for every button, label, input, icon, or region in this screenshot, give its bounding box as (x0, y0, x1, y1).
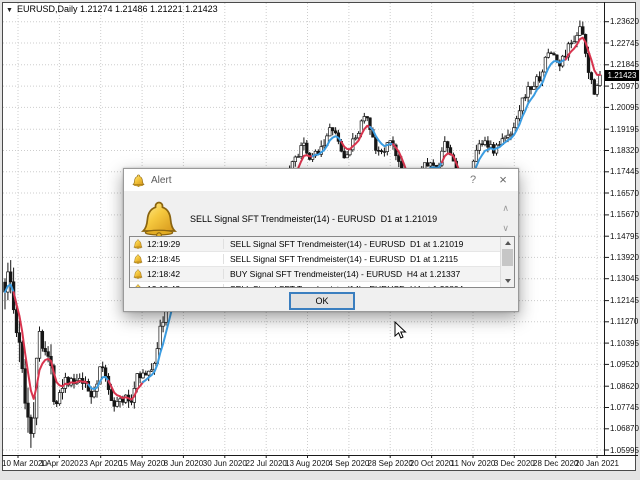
price-axis-label: 1.09520 (610, 359, 639, 369)
price-axis-label: 1.17445 (610, 167, 639, 177)
price-axis-label: 1.05995 (610, 445, 639, 455)
price-axis-label: 1.20970 (610, 81, 639, 91)
help-button[interactable]: ? (458, 169, 488, 191)
scrollbar-down-button[interactable] (501, 275, 514, 287)
ok-button[interactable]: OK (289, 292, 355, 310)
price-axis-label: 1.23620 (610, 17, 639, 27)
alert-time: 12:18:42 (143, 284, 223, 287)
scroll-down-icon[interactable]: ∨ (502, 224, 509, 233)
alert-text: SELL Signal SFT Trendmeister(14) - EURUS… (223, 284, 514, 287)
price-axis-label: 1.20095 (610, 102, 639, 112)
mt-chart-window: ▼ EURUSD,Daily 1.21274 1.21486 1.21221 1.… (0, 0, 640, 480)
alert-row[interactable]: 12:19:29 SELL Signal SFT Trendmeister(14)… (130, 237, 514, 252)
current-price-tag: 1.21423 (605, 69, 639, 81)
alert-row[interactable]: 12:18:42 BUY Signal SFT Trendmeister(14) … (130, 267, 514, 282)
list-scrollbar[interactable] (500, 237, 514, 287)
alert-message: SELL Signal SFT Trendmeister(14) - EURUS… (190, 214, 438, 224)
mouse-cursor-icon (394, 321, 407, 339)
price-axis-label: 1.21845 (610, 60, 639, 70)
price-axis-label: 1.13920 (610, 252, 639, 262)
alert-row[interactable]: 12:18:45 SELL Signal SFT Trendmeister(14)… (130, 252, 514, 267)
chart-symbol-label: EURUSD,Daily (16, 4, 78, 14)
alert-time: 12:19:29 (147, 239, 181, 249)
scrollbar-thumb[interactable] (502, 249, 513, 266)
dialog-title: Alert (151, 174, 172, 186)
alert-time: 12:18:42 (147, 269, 181, 279)
alert-bell-icon (142, 201, 176, 239)
chart-marker-icon: ▼ (6, 7, 13, 14)
triangle-up-icon (505, 241, 511, 245)
price-axis-label: 1.12145 (610, 296, 639, 306)
bell-icon (133, 269, 143, 279)
chart-title: ▼ EURUSD,Daily 1.21274 1.21486 1.21221 1.… (6, 4, 218, 14)
bell-icon (133, 284, 143, 287)
price-axis-label: 1.13045 (610, 274, 639, 284)
alert-history-list: 12:19:29 SELL Signal SFT Trendmeister(14)… (129, 236, 515, 288)
dialog-titlebar[interactable]: Alert ? × (124, 169, 518, 191)
bell-icon (132, 174, 145, 187)
price-axis-label: 1.08620 (610, 381, 639, 391)
alert-dialog: Alert ? × SELL Signal SFT Trendmeister(1… (123, 168, 519, 312)
alert-time: 12:18:45 (147, 254, 181, 264)
price-axis-label: 1.18320 (610, 146, 639, 155)
price-axis-label: 1.14795 (610, 231, 639, 241)
close-button[interactable]: × (488, 169, 518, 191)
dialog-body: SELL Signal SFT Trendmeister(14) - EURUS… (124, 191, 518, 311)
price-axis-label: 1.19195 (610, 124, 639, 134)
scroll-up-icon[interactable]: ∧ (502, 204, 509, 213)
bell-icon (133, 239, 143, 249)
price-axis-label: 1.06870 (610, 424, 639, 434)
triangle-down-icon (505, 279, 511, 283)
price-axis-label: 1.15670 (610, 210, 639, 220)
alert-row[interactable]: 12:18:42SELL Signal SFT Trendmeister(14)… (130, 282, 514, 287)
alert-text: BUY Signal SFT Trendmeister(14) - EURUSD… (223, 269, 514, 279)
scrollbar-up-button[interactable] (501, 237, 514, 249)
time-axis-label: 20 Jan 2021 (574, 459, 620, 468)
price-axis-label: 1.11270 (610, 317, 639, 327)
alert-text: SELL Signal SFT Trendmeister(14) - EURUS… (223, 239, 514, 249)
price-axis-label: 1.22745 (610, 38, 639, 48)
alert-text: SELL Signal SFT Trendmeister(14) - EURUS… (223, 254, 514, 264)
price-axis-label: 1.16570 (610, 188, 639, 198)
chart-ohlc-values: 1.21274 1.21486 1.21221 1.21423 (79, 4, 218, 14)
price-axis-label: 1.10395 (610, 338, 639, 348)
price-axis-label: 1.07745 (610, 403, 639, 412)
bell-icon (133, 254, 143, 264)
